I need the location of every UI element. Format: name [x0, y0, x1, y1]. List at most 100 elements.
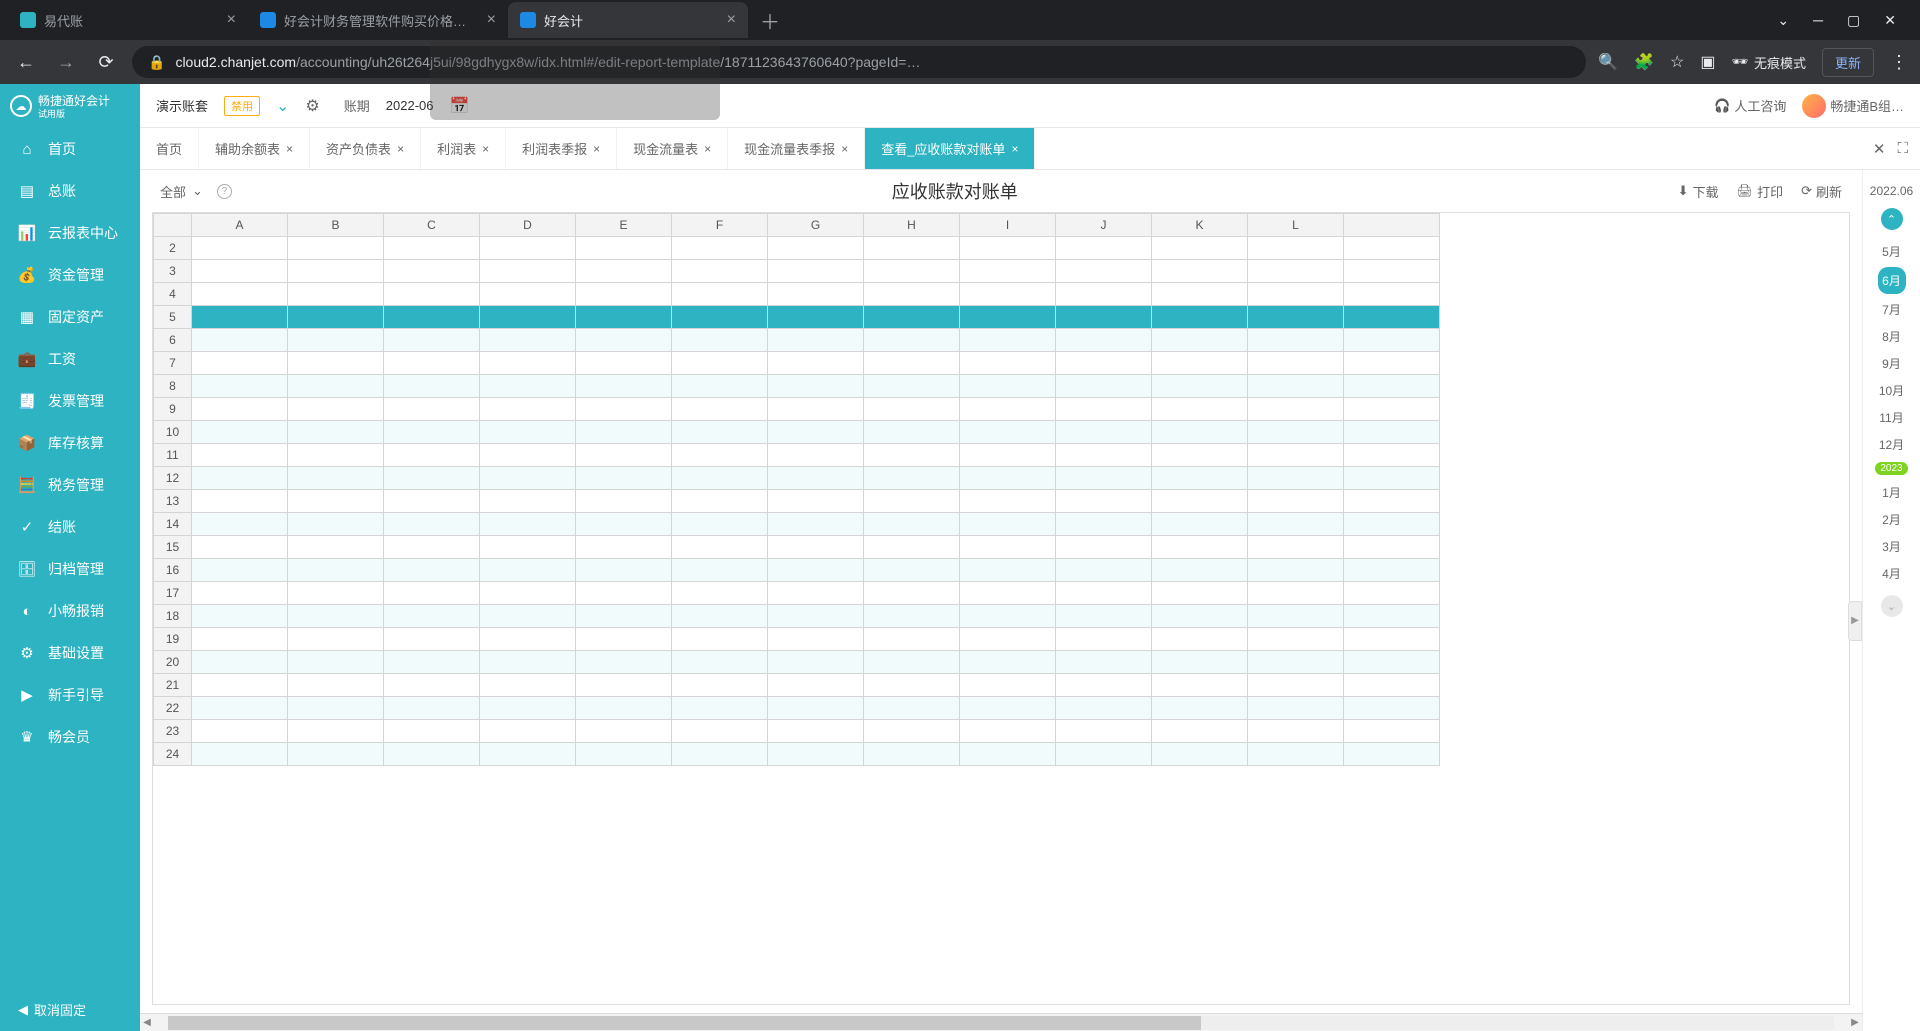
grid-cell[interactable]: [960, 559, 1056, 582]
grid-cell[interactable]: [384, 444, 480, 467]
grid-cell[interactable]: [384, 628, 480, 651]
grid-cell[interactable]: [384, 720, 480, 743]
grid-cell[interactable]: [672, 720, 768, 743]
grid-cell[interactable]: [480, 582, 576, 605]
grid-cell[interactable]: [1056, 674, 1152, 697]
grid-cell[interactable]: [192, 743, 288, 766]
menu-icon[interactable]: ⋮: [1890, 52, 1908, 73]
grid-cell[interactable]: [768, 444, 864, 467]
grid-cell[interactable]: [384, 421, 480, 444]
tab-close-icon[interactable]: ×: [286, 142, 293, 156]
grid-cell[interactable]: [288, 421, 384, 444]
page-tab[interactable]: 现金流量表季报×: [728, 128, 865, 169]
grid-cell[interactable]: [1152, 398, 1248, 421]
grid-cell[interactable]: [960, 513, 1056, 536]
grid-cell[interactable]: [768, 421, 864, 444]
tab-close-icon[interactable]: ×: [727, 11, 736, 29]
grid-cell[interactable]: [1056, 398, 1152, 421]
grid-cell[interactable]: [768, 651, 864, 674]
spreadsheet-grid[interactable]: ABCDEFGHIJKL2345678910111213141516171819…: [153, 213, 1440, 766]
grid-cell[interactable]: [288, 237, 384, 260]
grid-cell[interactable]: [960, 743, 1056, 766]
grid-cell[interactable]: [1056, 444, 1152, 467]
tab-close-icon[interactable]: ×: [1011, 142, 1018, 156]
grid-cell[interactable]: [1248, 628, 1344, 651]
grid-cell[interactable]: [192, 421, 288, 444]
grid-cell[interactable]: [960, 421, 1056, 444]
grid-cell[interactable]: [864, 237, 960, 260]
grid-cell[interactable]: [1056, 536, 1152, 559]
grid-cell[interactable]: [192, 444, 288, 467]
grid-cell[interactable]: [480, 398, 576, 421]
grid-cell[interactable]: [672, 513, 768, 536]
grid-cell[interactable]: [1056, 352, 1152, 375]
grid-cell[interactable]: [1248, 490, 1344, 513]
grid-cell[interactable]: [1056, 260, 1152, 283]
grid-cell[interactable]: [384, 651, 480, 674]
grid-cell[interactable]: [672, 743, 768, 766]
column-header[interactable]: L: [1248, 214, 1344, 237]
row-header[interactable]: 20: [154, 651, 192, 674]
filter-dropdown[interactable]: 全部 ⌄ ?: [160, 182, 232, 201]
scroll-right-icon[interactable]: ▶: [1848, 1017, 1862, 1028]
grid-cell[interactable]: [768, 743, 864, 766]
grid-cell[interactable]: [960, 674, 1056, 697]
grid-cell[interactable]: [384, 743, 480, 766]
grid-cell[interactable]: [960, 467, 1056, 490]
grid-cell[interactable]: [576, 467, 672, 490]
grid-cell[interactable]: [480, 651, 576, 674]
grid-cell[interactable]: [576, 398, 672, 421]
grid-cell[interactable]: [768, 513, 864, 536]
grid-cell[interactable]: [1152, 674, 1248, 697]
grid-cell[interactable]: [480, 490, 576, 513]
grid-cell[interactable]: [672, 260, 768, 283]
grid-cell[interactable]: [864, 352, 960, 375]
grid-cell[interactable]: [960, 605, 1056, 628]
grid-cell[interactable]: [480, 306, 576, 329]
grid-cell[interactable]: [288, 697, 384, 720]
grid-cell[interactable]: [672, 444, 768, 467]
zoom-icon[interactable]: 🔍: [1598, 52, 1618, 72]
sidebar-item[interactable]: ▦固定资产: [0, 296, 140, 338]
column-header[interactable]: I: [960, 214, 1056, 237]
grid-cell[interactable]: [1056, 605, 1152, 628]
grid-cell[interactable]: [768, 720, 864, 743]
grid-cell[interactable]: [576, 697, 672, 720]
sidebar-item[interactable]: 🧮税务管理: [0, 464, 140, 506]
horizontal-scrollbar[interactable]: ◀ ▶: [140, 1013, 1862, 1031]
grid-cell[interactable]: [288, 375, 384, 398]
grid-cell[interactable]: [288, 444, 384, 467]
grid-cell[interactable]: [288, 628, 384, 651]
grid-cell[interactable]: [1056, 651, 1152, 674]
grid-cell[interactable]: [480, 375, 576, 398]
grid-cell[interactable]: [960, 306, 1056, 329]
grid-cell[interactable]: [1344, 306, 1440, 329]
grid-cell[interactable]: [1248, 237, 1344, 260]
grid-cell[interactable]: [1152, 582, 1248, 605]
grid-cell[interactable]: [1344, 490, 1440, 513]
month-item[interactable]: 12月: [1875, 431, 1907, 458]
grid-cell[interactable]: [576, 582, 672, 605]
grid-cell[interactable]: [192, 674, 288, 697]
grid-cell[interactable]: [1344, 513, 1440, 536]
grid-cell[interactable]: [1248, 720, 1344, 743]
close-all-tabs-icon[interactable]: ✕: [1873, 140, 1886, 158]
row-header[interactable]: 22: [154, 697, 192, 720]
grid-cell[interactable]: [384, 237, 480, 260]
grid-cell[interactable]: [864, 375, 960, 398]
grid-cell[interactable]: [1344, 605, 1440, 628]
row-header[interactable]: 5: [154, 306, 192, 329]
month-item[interactable]: 11月: [1875, 404, 1907, 431]
grid-cell[interactable]: [1248, 329, 1344, 352]
grid-cell[interactable]: [192, 513, 288, 536]
grid-cell[interactable]: [576, 651, 672, 674]
grid-cell[interactable]: [576, 490, 672, 513]
grid-cell[interactable]: [1056, 306, 1152, 329]
grid-cell[interactable]: [1344, 283, 1440, 306]
sidebar-item[interactable]: ▶新手引导: [0, 674, 140, 716]
expand-handle[interactable]: ▶: [1848, 601, 1862, 641]
grid-cell[interactable]: [288, 467, 384, 490]
grid-cell[interactable]: [576, 375, 672, 398]
grid-cell[interactable]: [1344, 628, 1440, 651]
grid-cell[interactable]: [192, 628, 288, 651]
